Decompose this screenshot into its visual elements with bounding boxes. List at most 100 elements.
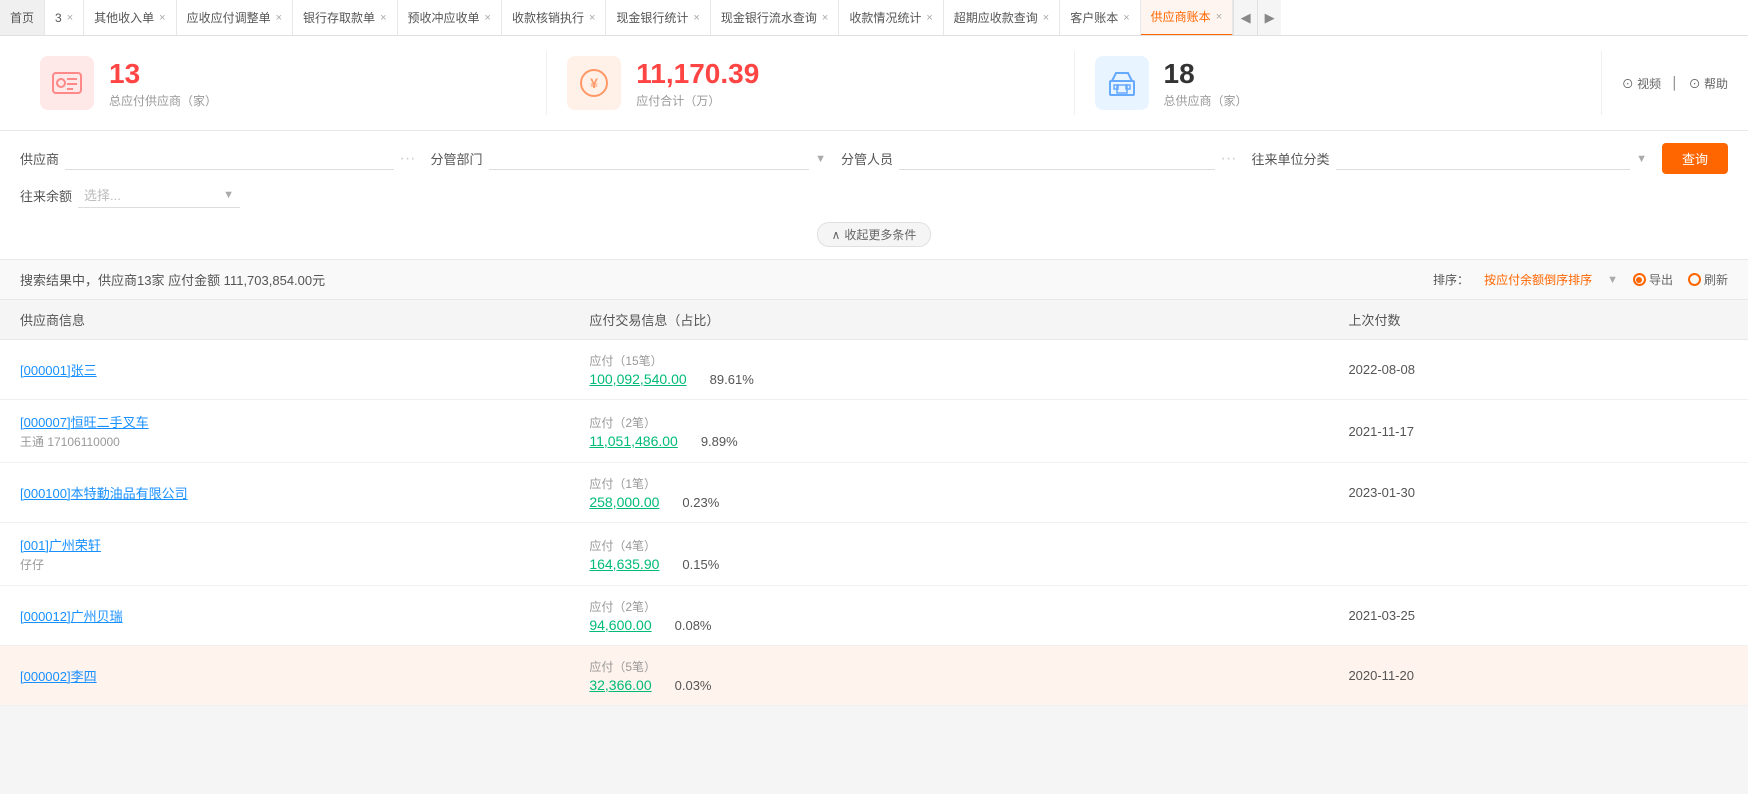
unit-type-filter-input[interactable] xyxy=(1336,148,1631,170)
close-tab-other-income[interactable]: × xyxy=(159,12,165,24)
supplier-name-6: 李四 xyxy=(71,669,97,684)
nav-next-arrow[interactable]: ▶ xyxy=(1257,0,1281,36)
nav-tab-3[interactable]: 3 × xyxy=(45,0,84,36)
supplier-link-4[interactable]: [001]广州荣轩 xyxy=(20,535,589,554)
total-payable-icon: ¥ xyxy=(567,56,621,110)
close-tab-ap-adjust[interactable]: × xyxy=(276,12,282,24)
export-radio-icon xyxy=(1633,273,1646,286)
balance-filter-value[interactable]: 选择... xyxy=(84,185,121,204)
nav-tab-bank-deposit[interactable]: 银行存取款单 × xyxy=(293,0,397,36)
query-button[interactable]: 查询 xyxy=(1662,143,1728,174)
balance-filter-label: 往来余额 xyxy=(20,186,72,205)
help-link[interactable]: ⊙ 帮助 xyxy=(1689,75,1728,92)
close-tab-cash-bank-stat[interactable]: × xyxy=(693,12,699,24)
supplier-filter-input[interactable] xyxy=(65,148,394,170)
export-button[interactable]: 导出 xyxy=(1633,271,1673,288)
balance-filter-chevron-icon[interactable]: ▼ xyxy=(223,189,234,201)
video-link[interactable]: ⊙ 视频 xyxy=(1622,75,1661,92)
supplier-link-6[interactable]: [000002]李四 xyxy=(20,666,589,685)
supplier-link-3[interactable]: [000100]本特勤油品有限公司 xyxy=(20,483,589,502)
supplier-name-2: 恒旺二手叉车 xyxy=(71,415,149,430)
table-row: [000001]张三 应付（15笔） 100,092,540.00 89.61%… xyxy=(0,340,1748,400)
last-pay-date-3: 2023-01-30 xyxy=(1348,485,1415,500)
transaction-info-6: 应付（5笔） 32,366.00 0.03% xyxy=(589,658,1348,693)
sort-chevron-icon[interactable]: ▼ xyxy=(1607,274,1618,286)
table-row: [000002]李四 应付（5笔） 32,366.00 0.03% 2020-1… xyxy=(0,646,1748,706)
total-payable-label: 应付合计（万） xyxy=(636,92,1053,109)
total-suppliers-icon xyxy=(1095,56,1149,110)
nav-tab-bank-deposit-label: 银行存取款单 xyxy=(303,9,375,26)
transaction-info-3: 应付（1笔） 258,000.00 0.23% xyxy=(589,475,1348,510)
person-filter-input[interactable] xyxy=(899,148,1215,170)
summary-card-total-payable: ¥ 11,170.39 应付合计（万） xyxy=(547,51,1074,115)
table-row: [001]广州荣轩 仔仔 应付（4笔） 164,635.90 0.15% xyxy=(0,523,1748,586)
trans-amount-3[interactable]: 258,000.00 xyxy=(589,494,659,510)
close-tab-3[interactable]: × xyxy=(67,12,73,24)
nav-tab-cash-bank-flow[interactable]: 现金银行流水查询 × xyxy=(711,0,839,36)
table-row: [000007]恒旺二手叉车 王通 17106110000 应付（2笔） 11,… xyxy=(0,400,1748,463)
nav-tab-other-income[interactable]: 其他收入单 × xyxy=(84,0,176,36)
lastpay-cell-2: 2021-11-17 xyxy=(1348,424,1728,439)
supplier-cell-4: [001]广州荣轩 仔仔 xyxy=(20,535,589,573)
person-filter-dots[interactable]: ··· xyxy=(1221,150,1237,168)
link-divider: │ xyxy=(1671,76,1679,90)
supplier-code-1: [000001] xyxy=(20,363,71,378)
nav-tab-other-income-label: 其他收入单 xyxy=(94,9,154,26)
transaction-cell-3: 应付（1笔） 258,000.00 0.23% xyxy=(589,475,1348,510)
nav-tab-cash-bank-stat[interactable]: 现金银行统计 × xyxy=(606,0,710,36)
trans-percent-6: 0.03% xyxy=(675,678,712,693)
trans-label-1: 应付（15笔） xyxy=(589,352,1348,369)
dept-filter-label: 分管部门 xyxy=(431,149,483,168)
close-tab-advance-collect[interactable]: × xyxy=(485,12,491,24)
nav-tab-customer-account[interactable]: 客户账本 × xyxy=(1060,0,1140,36)
nav-tab-overdue-query[interactable]: 超期应收款查询 × xyxy=(944,0,1060,36)
supplier-link-2[interactable]: [000007]恒旺二手叉车 xyxy=(20,412,589,431)
nav-tab-collect-verify[interactable]: 收款核销执行 × xyxy=(502,0,606,36)
close-tab-collect-stat[interactable]: × xyxy=(926,12,932,24)
transaction-cell-6: 应付（5笔） 32,366.00 0.03% xyxy=(589,658,1348,693)
nav-tab-collect-verify-label: 收款核销执行 xyxy=(512,9,584,26)
nav-tab-collect-stat-label: 收款情况统计 xyxy=(849,9,921,26)
supplier-sub-4: 仔仔 xyxy=(20,556,589,573)
refresh-button[interactable]: 刷新 xyxy=(1688,271,1728,288)
trans-amount-5[interactable]: 94,600.00 xyxy=(589,617,651,633)
dept-filter-input[interactable] xyxy=(489,148,810,170)
close-tab-supplier-account[interactable]: × xyxy=(1216,11,1222,23)
nav-tab-collect-stat[interactable]: 收款情况统计 × xyxy=(839,0,943,36)
collapse-button[interactable]: ∧ 收起更多条件 xyxy=(817,222,932,247)
trans-row-5: 94,600.00 0.08% xyxy=(589,617,1348,633)
supplier-link-1[interactable]: [000001]张三 xyxy=(20,360,589,379)
trans-amount-4[interactable]: 164,635.90 xyxy=(589,556,659,572)
nav-tab-supplier-account[interactable]: 供应商账本 × xyxy=(1141,0,1233,36)
dept-filter-chevron-icon[interactable]: ▼ xyxy=(815,153,826,165)
export-label: 导出 xyxy=(1649,271,1673,288)
close-tab-customer-account[interactable]: × xyxy=(1123,12,1129,24)
nav-tab-advance-collect[interactable]: 预收冲应收单 × xyxy=(398,0,502,36)
payable-suppliers-number: 13 xyxy=(109,57,526,91)
unit-type-filter-chevron-icon[interactable]: ▼ xyxy=(1636,153,1647,165)
sort-value[interactable]: 按应付余额倒序排序 xyxy=(1484,271,1592,288)
close-tab-collect-verify[interactable]: × xyxy=(589,12,595,24)
supplier-link-5[interactable]: [000012]广州贝瑞 xyxy=(20,606,589,625)
nav-tab-ap-adjust-label: 应收应付调整单 xyxy=(187,9,271,26)
total-suppliers-label: 总供应商（家） xyxy=(1164,92,1581,109)
table-header-row: 供应商信息 应付交易信息（占比） 上次付数 xyxy=(0,300,1748,340)
trans-amount-6[interactable]: 32,366.00 xyxy=(589,677,651,693)
nav-tab-ap-adjust[interactable]: 应收应付调整单 × xyxy=(177,0,293,36)
nav-tab-3-label: 3 xyxy=(55,11,62,25)
trans-row-1: 100,092,540.00 89.61% xyxy=(589,371,1348,387)
trans-amount-1[interactable]: 100,092,540.00 xyxy=(589,371,686,387)
close-tab-overdue-query[interactable]: × xyxy=(1043,12,1049,24)
top-right-links: ⊙ 视频 │ ⊙ 帮助 xyxy=(1602,75,1728,92)
nav-prev-arrow[interactable]: ◀ xyxy=(1233,0,1257,36)
close-tab-cash-bank-flow[interactable]: × xyxy=(822,12,828,24)
trans-amount-2[interactable]: 11,051,486.00 xyxy=(589,433,678,449)
supplier-filter-dots[interactable]: ··· xyxy=(400,150,416,168)
collapse-bar: ∧ 收起更多条件 xyxy=(20,216,1728,247)
nav-tab-home[interactable]: 首页 xyxy=(0,0,45,36)
supplier-name-1: 张三 xyxy=(71,363,97,378)
trans-percent-1: 89.61% xyxy=(710,372,754,387)
close-tab-bank-deposit[interactable]: × xyxy=(380,12,386,24)
trans-percent-3: 0.23% xyxy=(682,495,719,510)
supplier-cell-3: [000100]本特勤油品有限公司 xyxy=(20,483,589,502)
